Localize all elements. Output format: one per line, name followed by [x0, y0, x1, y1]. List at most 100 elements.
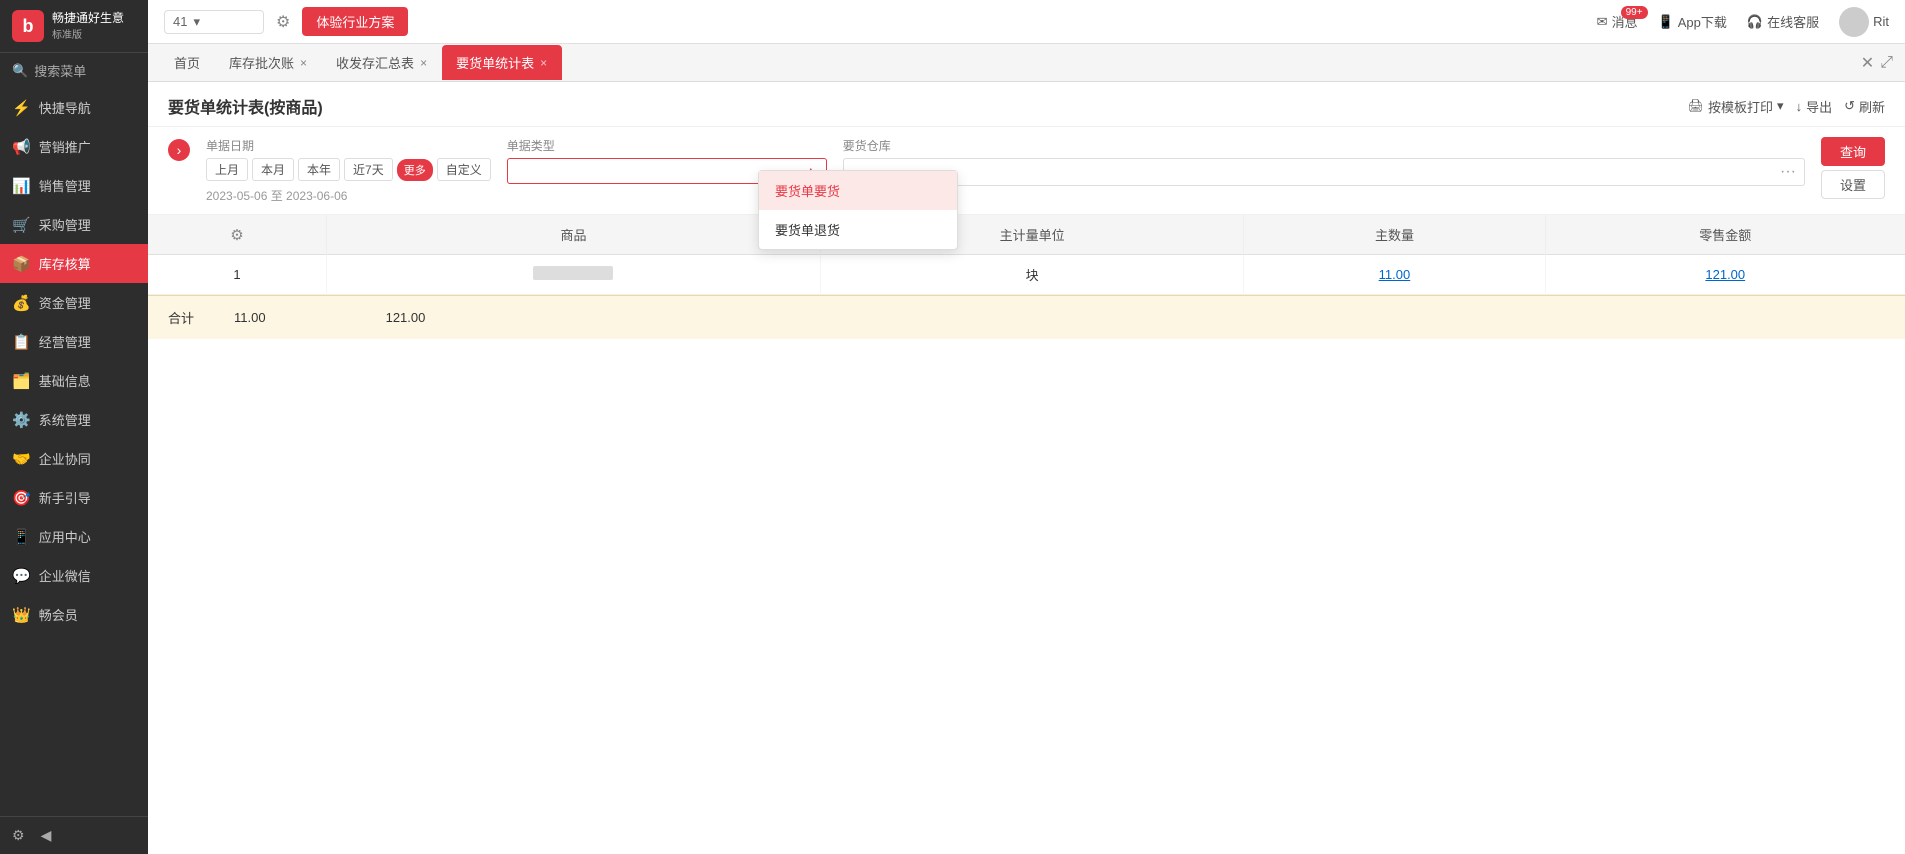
filter-settings-button[interactable]: 设置 [1821, 170, 1885, 199]
cell-product [327, 255, 821, 295]
date-btn-more[interactable]: 更多 [397, 159, 433, 181]
app-download-label: App下载 [1678, 12, 1727, 31]
export-button[interactable]: ↓ 导出 [1796, 97, 1833, 116]
table-gear-icon[interactable]: ⚙ [230, 227, 243, 244]
cell-num: 1 [148, 255, 327, 295]
sidebar-item-marketing[interactable]: 📢 营销推广 [0, 127, 148, 166]
sidebar-item-quick-nav[interactable]: ⚡ 快捷导航 [0, 88, 148, 127]
date-btn-custom[interactable]: 自定义 [437, 158, 491, 181]
sidebar-item-system[interactable]: ⚙️ 系统管理 [0, 400, 148, 439]
page-title: 要货单统计表(按商品) [168, 94, 323, 118]
messages-button[interactable]: ✉ 消息 99+ [1597, 12, 1638, 31]
page-header: 要货单统计表(按商品) 🖨 按模板打印 ▾ ↓ 导出 ↺ 刷新 [148, 82, 1905, 127]
user-name: Rit [1873, 14, 1889, 29]
tabs-bar-end: ✕ ⤢ [1861, 53, 1893, 73]
tab-inventory-batch-close[interactable]: × [300, 57, 307, 69]
cell-quantity[interactable]: 11.00 [1244, 255, 1545, 295]
sidebar-item-basic-label: 基础信息 [39, 371, 91, 390]
print-chevron-icon: ▾ [1777, 98, 1784, 114]
export-icon: ↓ [1796, 99, 1803, 114]
tab-receive-summary-label: 收发存汇总表 [336, 53, 414, 72]
sidebar-item-basic[interactable]: 🗂️ 基础信息 [0, 361, 148, 400]
sidebar-item-newbie[interactable]: 🎯 新手引导 [0, 478, 148, 517]
app-name: 畅捷通好生意 [52, 11, 124, 27]
filter-warehouse-group: 要货仓库 ··· [843, 137, 1805, 186]
app-version: 标准版 [52, 26, 124, 41]
filter-date-group: 单据日期 上月 本月 本年 近7天 更多 自定义 2023-05-06 至 20… [206, 137, 491, 204]
filter-date-label: 单据日期 [206, 137, 491, 154]
dropdown-item-order-goods[interactable]: 要货单要货 [759, 171, 957, 210]
search-menu[interactable]: 🔍 搜索菜单 [0, 53, 148, 88]
refresh-button[interactable]: ↺ 刷新 [1844, 97, 1885, 116]
trial-button[interactable]: 体验行业方案 [302, 7, 408, 36]
purchase-icon: 🛒 [12, 216, 31, 234]
refresh-icon: ↺ [1844, 98, 1855, 114]
sidebar-item-enterprise[interactable]: 🤝 企业协同 [0, 439, 148, 478]
data-table: ⚙ 商品 主计量单位 主数量 零售金额 1 块 [148, 215, 1905, 295]
filter-date-buttons: 上月 本月 本年 近7天 更多 自定义 [206, 158, 491, 181]
date-btn-last-month[interactable]: 上月 [206, 158, 248, 181]
sidebar-item-operations[interactable]: 📋 经营管理 [0, 322, 148, 361]
date-btn-this-year[interactable]: 本年 [298, 158, 340, 181]
total-label: 合计 [168, 308, 194, 327]
appcenter-icon: 📱 [12, 528, 31, 546]
branch-select[interactable]: 41 ▾ [164, 10, 264, 34]
tabs-expand-icon[interactable]: ⤢ [1880, 54, 1893, 72]
query-button[interactable]: 查询 [1821, 137, 1885, 166]
cell-amount[interactable]: 121.00 [1545, 255, 1905, 295]
sidebar-item-purchase-label: 采购管理 [39, 215, 91, 234]
tab-order-stats-close[interactable]: × [540, 57, 547, 69]
online-service-button[interactable]: 🎧 在线客服 [1747, 12, 1819, 31]
filter-warehouse-more-icon[interactable]: ··· [1780, 163, 1796, 181]
user-profile[interactable]: Rit [1839, 7, 1889, 37]
filter-expand-button[interactable]: › [168, 139, 190, 161]
date-btn-7days[interactable]: 近7天 [344, 158, 393, 181]
settings-icon[interactable]: ⚙ [12, 827, 25, 844]
print-button[interactable]: 🖨 按模板打印 ▾ [1688, 97, 1784, 116]
sidebar-item-finance-label: 资金管理 [39, 293, 91, 312]
tab-receive-summary-close[interactable]: × [420, 57, 427, 69]
col-product: 商品 [327, 215, 821, 255]
cell-unit: 块 [820, 255, 1243, 295]
main-area: 41 ▾ ⚙ 体验行业方案 ✉ 消息 99+ 📱 App下载 🎧 在线客服 Ri… [148, 0, 1905, 854]
sidebar-item-sales-label: 销售管理 [39, 176, 91, 195]
tabs-close-icon[interactable]: ✕ [1861, 53, 1874, 73]
sidebar-footer: ⚙ ◀ [0, 816, 148, 854]
sidebar-item-member-label: 畅会员 [39, 605, 78, 624]
sidebar-item-purchase[interactable]: 🛒 采购管理 [0, 205, 148, 244]
filter-date-range: 2023-05-06 至 2023-06-06 [206, 187, 491, 204]
settings-gear-icon[interactable]: ⚙ [276, 12, 290, 32]
search-icon: 🔍 [12, 63, 28, 79]
tab-receive-summary[interactable]: 收发存汇总表 × [322, 45, 442, 80]
app-download-button[interactable]: 📱 App下载 [1658, 12, 1727, 31]
sidebar-item-appcenter-label: 应用中心 [39, 527, 91, 546]
sidebar-item-operations-label: 经营管理 [39, 332, 91, 351]
sidebar-item-appcenter[interactable]: 📱 应用中心 [0, 517, 148, 556]
collapse-icon[interactable]: ◀ [41, 827, 52, 844]
sidebar-item-finance[interactable]: 💰 资金管理 [0, 283, 148, 322]
sidebar-item-sales[interactable]: 📊 销售管理 [0, 166, 148, 205]
tab-inventory-batch[interactable]: 库存批次账 × [215, 45, 322, 80]
filter-warehouse-input-box[interactable]: ··· [843, 158, 1805, 186]
tabs-bar: 首页 库存批次账 × 收发存汇总表 × 要货单统计表 × ✕ ⤢ [148, 44, 1905, 82]
dropdown-item-order-return[interactable]: 要货单退货 [759, 210, 957, 249]
quick-nav-icon: ⚡ [12, 99, 31, 117]
sidebar-item-member[interactable]: 👑 畅会员 [0, 595, 148, 634]
total-quantity: 11.00 [234, 310, 266, 325]
print-label: 按模板打印 [1708, 97, 1773, 116]
tab-home[interactable]: 首页 [160, 45, 215, 80]
operations-icon: 📋 [12, 333, 31, 351]
avatar [1839, 7, 1869, 37]
type-dropdown: 要货单要货 要货单退货 [758, 170, 958, 250]
sidebar-item-system-label: 系统管理 [39, 410, 91, 429]
date-btn-this-month[interactable]: 本月 [252, 158, 294, 181]
filter-warehouse-input[interactable] [852, 165, 1776, 180]
newbie-icon: 🎯 [12, 489, 31, 507]
tab-order-stats[interactable]: 要货单统计表 × [442, 45, 562, 80]
sidebar-item-inventory-label: 库存核算 [39, 254, 91, 273]
sidebar-item-wechat[interactable]: 💬 企业微信 [0, 556, 148, 595]
wechat-icon: 💬 [12, 567, 31, 585]
sidebar-item-inventory[interactable]: 📦 库存核算 [0, 244, 148, 283]
tab-inventory-batch-label: 库存批次账 [229, 53, 294, 72]
filter-warehouse-label: 要货仓库 [843, 137, 1805, 154]
